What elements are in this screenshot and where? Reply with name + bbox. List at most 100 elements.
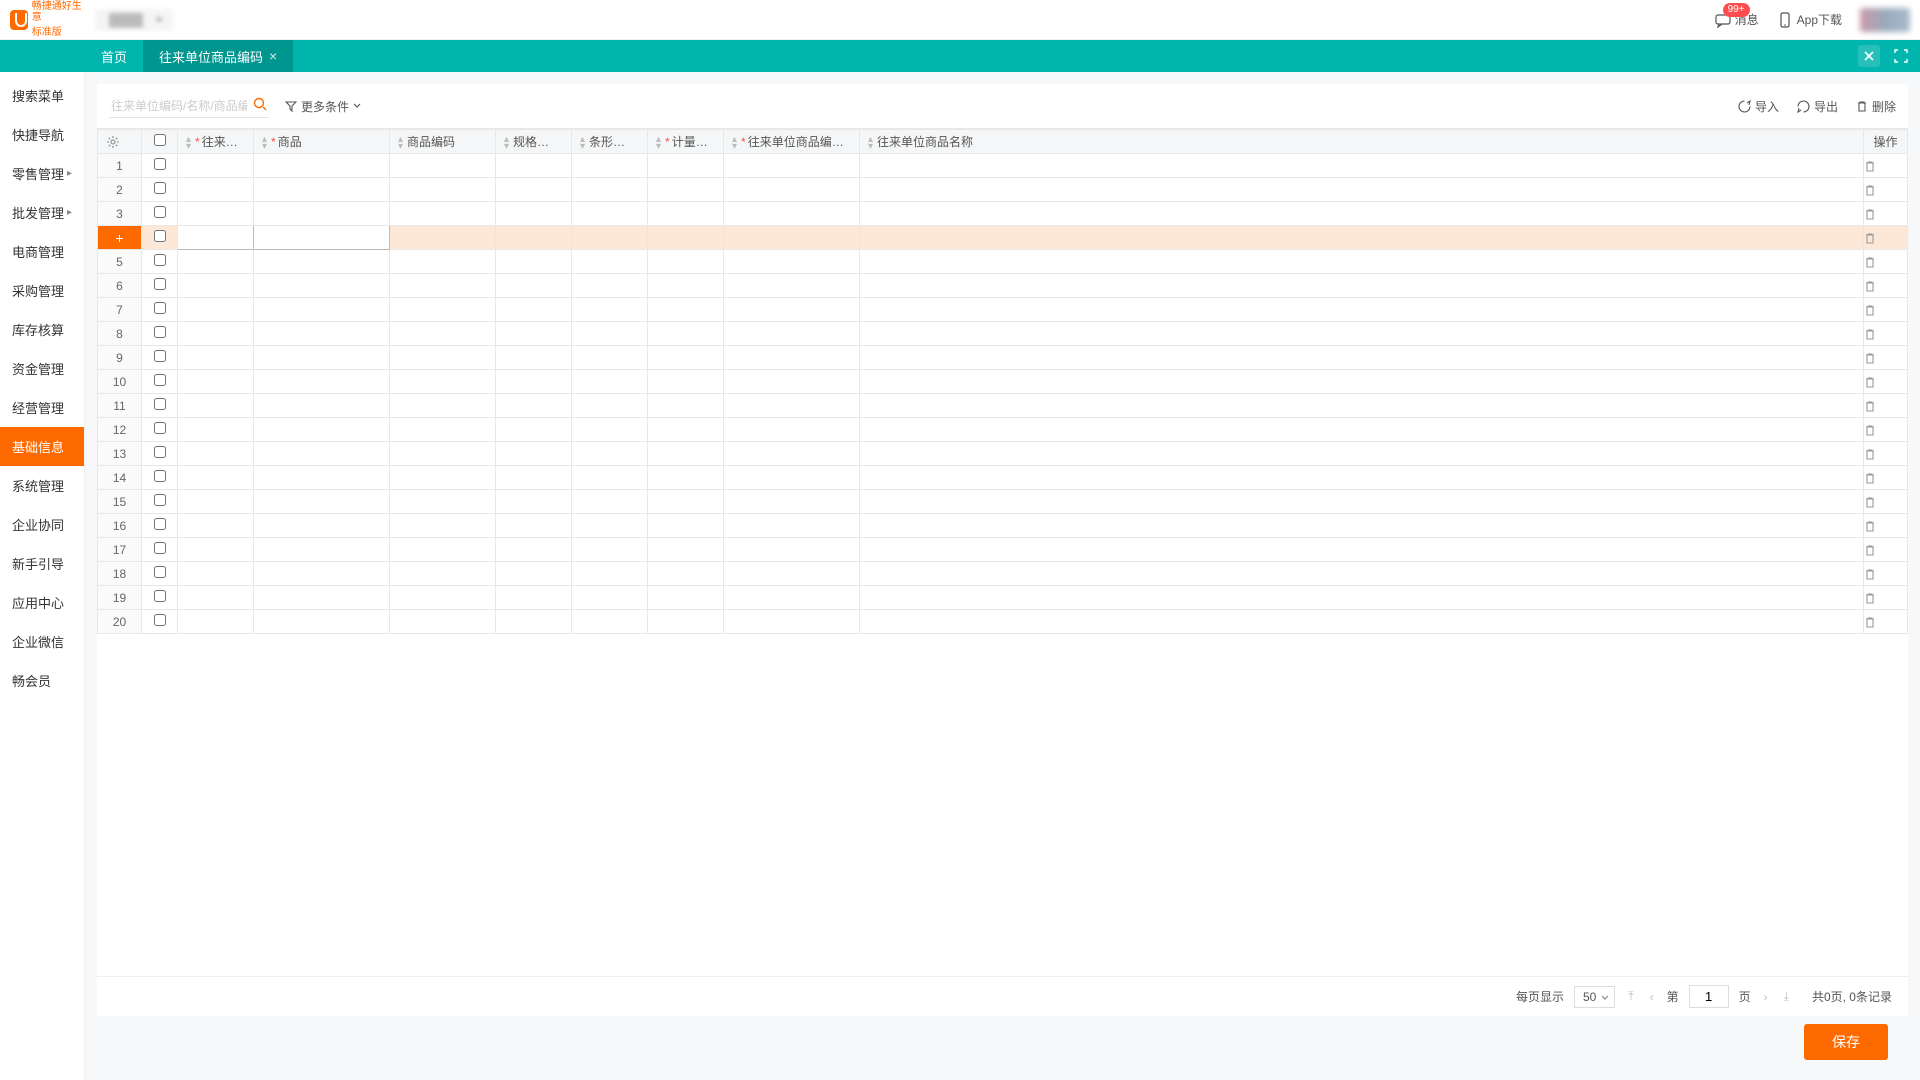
cell[interactable] [572, 610, 648, 634]
export-button[interactable]: 导出 [1797, 98, 1838, 115]
table-row[interactable]: 3 [98, 202, 1908, 226]
table-row[interactable]: 5 [98, 250, 1908, 274]
cell[interactable] [724, 178, 860, 202]
row-delete-icon[interactable] [1864, 232, 1907, 244]
table-row[interactable]: 18 [98, 562, 1908, 586]
tab-close-icon[interactable]: × [269, 48, 277, 64]
row-checkbox[interactable] [154, 374, 166, 386]
row-checkbox[interactable] [154, 254, 166, 266]
search-input[interactable] [109, 95, 269, 118]
cell[interactable] [860, 442, 1864, 466]
row-checkbox[interactable] [154, 614, 166, 626]
pager-first[interactable]: ⤒ [1625, 989, 1636, 1004]
cell[interactable] [860, 178, 1864, 202]
cell[interactable] [254, 538, 390, 562]
cell[interactable] [860, 394, 1864, 418]
row-delete-icon[interactable] [1864, 424, 1907, 436]
cell[interactable] [648, 202, 724, 226]
cell[interactable] [724, 466, 860, 490]
cell[interactable] [860, 346, 1864, 370]
row-checkbox[interactable] [154, 182, 166, 194]
pager-prev[interactable]: ‹ [1647, 990, 1657, 1004]
cell[interactable] [724, 370, 860, 394]
cell[interactable] [496, 538, 572, 562]
row-delete-icon[interactable] [1864, 304, 1907, 316]
cell[interactable] [178, 490, 254, 514]
cell[interactable] [496, 466, 572, 490]
tab-home[interactable]: 首页 [85, 40, 143, 72]
row-delete-icon[interactable] [1864, 616, 1907, 628]
cell[interactable] [572, 322, 648, 346]
cell[interactable] [724, 298, 860, 322]
cell[interactable] [860, 466, 1864, 490]
cell[interactable] [648, 226, 724, 250]
cell[interactable] [860, 490, 1864, 514]
sidebar-item-14[interactable]: 企业微信 [0, 622, 84, 661]
row-checkbox[interactable] [154, 518, 166, 530]
cell[interactable] [390, 346, 496, 370]
sidebar-item-12[interactable]: 新手引导 [0, 544, 84, 583]
cell[interactable] [390, 442, 496, 466]
cell[interactable] [254, 298, 390, 322]
cell[interactable] [860, 514, 1864, 538]
cell[interactable] [496, 442, 572, 466]
sidebar-item-5[interactable]: 采购管理 [0, 271, 84, 310]
cell[interactable] [496, 226, 572, 250]
row-delete-icon[interactable] [1864, 472, 1907, 484]
cell[interactable] [254, 586, 390, 610]
cell[interactable] [572, 154, 648, 178]
cell[interactable] [860, 562, 1864, 586]
cell[interactable] [572, 178, 648, 202]
cell[interactable] [254, 610, 390, 634]
sidebar-item-10[interactable]: 系统管理 [0, 466, 84, 505]
cell[interactable] [648, 298, 724, 322]
sidebar-item-13[interactable]: 应用中心 [0, 583, 84, 622]
cell[interactable] [254, 418, 390, 442]
col-partner[interactable]: ▴▾*往来… [178, 130, 254, 154]
cell[interactable] [178, 610, 254, 634]
table-row[interactable]: 16 [98, 514, 1908, 538]
cell[interactable] [178, 202, 254, 226]
cell[interactable] [390, 394, 496, 418]
row-checkbox[interactable] [154, 398, 166, 410]
cell[interactable] [724, 322, 860, 346]
cell[interactable] [390, 538, 496, 562]
cell[interactable] [254, 490, 390, 514]
cell[interactable] [178, 274, 254, 298]
cell[interactable] [496, 250, 572, 274]
cell[interactable] [496, 418, 572, 442]
cell[interactable] [572, 586, 648, 610]
cell[interactable] [648, 394, 724, 418]
table-row[interactable]: 10 [98, 370, 1908, 394]
cell[interactable] [178, 226, 254, 250]
cell[interactable] [390, 586, 496, 610]
cell[interactable] [572, 250, 648, 274]
cell[interactable] [724, 442, 860, 466]
cell[interactable] [648, 274, 724, 298]
cell[interactable] [178, 538, 254, 562]
cell[interactable] [648, 418, 724, 442]
row-delete-icon[interactable] [1864, 208, 1907, 220]
cell[interactable] [178, 442, 254, 466]
row-checkbox[interactable] [154, 494, 166, 506]
cell[interactable] [390, 514, 496, 538]
cell[interactable] [496, 202, 572, 226]
cell[interactable] [178, 250, 254, 274]
sidebar-item-4[interactable]: 电商管理 [0, 232, 84, 271]
cell[interactable] [496, 154, 572, 178]
cell[interactable] [254, 442, 390, 466]
cell[interactable] [572, 370, 648, 394]
cell[interactable] [390, 154, 496, 178]
col-partner-product-code[interactable]: ▴▾*往来单位商品编… [724, 130, 860, 154]
cell[interactable] [648, 562, 724, 586]
sidebar-item-2[interactable]: 零售管理▸ [0, 154, 84, 193]
cell[interactable] [496, 514, 572, 538]
cell[interactable] [178, 394, 254, 418]
cell[interactable] [496, 562, 572, 586]
cell[interactable] [390, 610, 496, 634]
row-delete-icon[interactable] [1864, 352, 1907, 364]
cell[interactable] [648, 538, 724, 562]
cell[interactable] [178, 370, 254, 394]
row-checkbox[interactable] [154, 302, 166, 314]
cell[interactable] [496, 394, 572, 418]
